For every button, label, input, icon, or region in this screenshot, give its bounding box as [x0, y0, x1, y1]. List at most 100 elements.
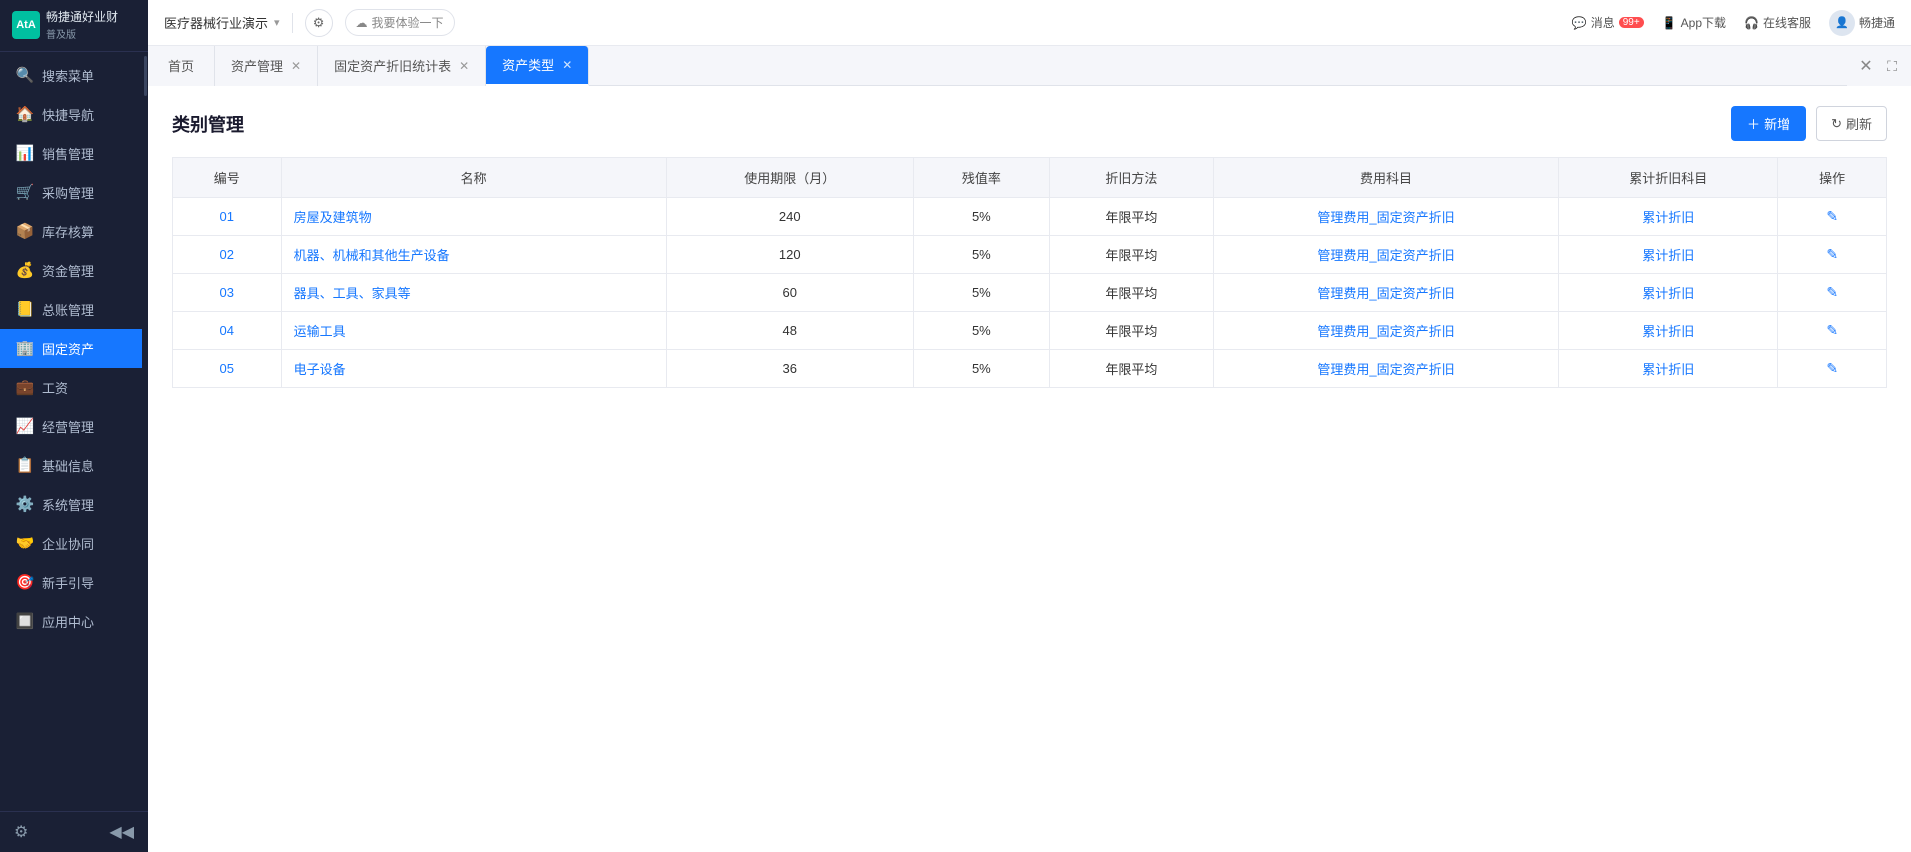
maximize-window-button[interactable]: ⛶	[1881, 55, 1903, 77]
project-selector[interactable]: 医疗器械行业演示 ▾	[164, 13, 280, 32]
cell-months: 120	[666, 236, 913, 274]
refresh-label: 刷新	[1846, 114, 1872, 133]
tab-home-label: 首页	[168, 56, 194, 75]
sidebar-item-enterprise[interactable]: 🤝 企业协同	[0, 524, 142, 563]
close-window-button[interactable]: ✕	[1855, 55, 1877, 77]
sidebar-item-inventory[interactable]: 📦 库存核算	[0, 212, 142, 251]
cell-code: 05	[173, 350, 282, 388]
settings-icon[interactable]: ⚙	[14, 822, 28, 842]
cell-name[interactable]: 器具、工具、家具等	[281, 274, 666, 312]
edit-button[interactable]: ✎	[1826, 284, 1838, 300]
cloud-icon: ☁	[356, 16, 368, 30]
trial-label: 我要体验一下	[372, 14, 444, 31]
cell-name[interactable]: 机器、机械和其他生产设备	[281, 236, 666, 274]
app-download-button[interactable]: 📱 App下载	[1662, 14, 1726, 31]
sidebar-item-fixed[interactable]: 🏢 固定资产	[0, 329, 142, 368]
cell-actions: ✎	[1778, 350, 1887, 388]
cell-method: 年限平均	[1049, 350, 1213, 388]
table-row: 01 房屋及建筑物 240 5% 年限平均 管理费用_固定资产折旧 累计折旧 ✎	[173, 198, 1887, 236]
sales-icon: 📊	[16, 144, 34, 162]
gear-icon: ⚙	[313, 15, 325, 31]
cell-code: 02	[173, 236, 282, 274]
app-name: 畅捷通好业财	[46, 10, 118, 26]
tab-assettype-label: 资产类型	[502, 55, 554, 74]
collapse-icon[interactable]: ◀◀	[109, 822, 134, 842]
tab-home[interactable]: 首页	[148, 46, 215, 86]
settings-button[interactable]: ⚙	[305, 9, 333, 37]
page-title: 类别管理	[172, 111, 244, 137]
sidebar-item-label: 工资	[42, 378, 68, 397]
cell-expense: 管理费用_固定资产折旧	[1213, 198, 1558, 236]
tabbar-wrapper: 首页 资产管理 ✕ 固定资产折旧统计表 ✕ 资产类型 ✕ ✕ ⛶	[148, 46, 1911, 86]
cell-expense: 管理费用_固定资产折旧	[1213, 274, 1558, 312]
page-header: 类别管理 ＋ 新增 ↻ 刷新	[172, 106, 1887, 141]
sidebar-item-salary[interactable]: 💼 工资	[0, 368, 142, 407]
salary-icon: 💼	[16, 378, 34, 396]
tab-assettype-close[interactable]: ✕	[562, 58, 572, 72]
table-row: 04 运输工具 48 5% 年限平均 管理费用_固定资产折旧 累计折旧 ✎	[173, 312, 1887, 350]
sidebar-item-search[interactable]: 🔍 搜索菜单	[0, 56, 142, 95]
sidebar-item-guide[interactable]: 🎯 新手引导	[0, 563, 142, 602]
sidebar-item-label: 固定资产	[42, 339, 94, 358]
cell-method: 年限平均	[1049, 312, 1213, 350]
sidebar-item-quicknav[interactable]: 🏠 快捷导航	[0, 95, 142, 134]
data-table: 编号 名称 使用期限（月） 残值率 折旧方法 费用科目 累计折旧科目 操作 01…	[172, 157, 1887, 388]
cell-name[interactable]: 房屋及建筑物	[281, 198, 666, 236]
message-label: 消息	[1591, 14, 1615, 31]
window-controls: ✕ ⛶	[1847, 46, 1911, 86]
sidebar-item-capital[interactable]: 💰 资金管理	[0, 251, 142, 290]
sidebar-item-label: 搜索菜单	[42, 66, 94, 85]
edit-button[interactable]: ✎	[1826, 322, 1838, 338]
user-profile[interactable]: 👤 畅捷通	[1829, 10, 1895, 36]
sidebar-item-label: 快捷导航	[42, 105, 94, 124]
plus-icon: ＋	[1747, 114, 1760, 133]
tab-depreciation-close[interactable]: ✕	[459, 59, 469, 73]
new-button[interactable]: ＋ 新增	[1731, 106, 1806, 141]
guide-icon: 🎯	[16, 573, 34, 591]
trial-button[interactable]: ☁ 我要体验一下	[345, 9, 455, 36]
sidebar-item-label: 应用中心	[42, 612, 94, 631]
cell-name[interactable]: 运输工具	[281, 312, 666, 350]
customer-service-button[interactable]: 🎧 在线客服	[1744, 14, 1811, 31]
sidebar-item-operation[interactable]: 📈 经营管理	[0, 407, 142, 446]
sidebar-item-label: 经营管理	[42, 417, 94, 436]
sidebar-item-basic[interactable]: 📋 基础信息	[0, 446, 142, 485]
edit-button[interactable]: ✎	[1826, 360, 1838, 376]
refresh-button[interactable]: ↻ 刷新	[1816, 106, 1887, 141]
sidebar: AtA 畅捷通好业财 普及版 🔍 搜索菜单 🏠 快捷导航 📊 销售管理 🛒 采购…	[0, 0, 148, 852]
table-row: 02 机器、机械和其他生产设备 120 5% 年限平均 管理费用_固定资产折旧 …	[173, 236, 1887, 274]
col-months: 使用期限（月）	[666, 158, 913, 198]
edit-button[interactable]: ✎	[1826, 208, 1838, 224]
scroll-thumb	[144, 56, 147, 96]
chevron-down-icon: ▾	[274, 16, 280, 29]
avatar: 👤	[1829, 10, 1855, 36]
service-label: 在线客服	[1763, 14, 1811, 31]
cell-accumulated: 累计折旧	[1559, 198, 1778, 236]
message-icon: 💬	[1572, 16, 1587, 30]
enterprise-icon: 🤝	[16, 534, 34, 552]
tab-assets[interactable]: 资产管理 ✕	[215, 46, 318, 86]
sidebar-item-appcenter[interactable]: 🔲 应用中心	[0, 602, 142, 641]
cell-name[interactable]: 电子设备	[281, 350, 666, 388]
sidebar-item-ledger[interactable]: 📒 总账管理	[0, 290, 142, 329]
cell-method: 年限平均	[1049, 236, 1213, 274]
sidebar-item-label: 销售管理	[42, 144, 94, 163]
cell-expense: 管理费用_固定资产折旧	[1213, 350, 1558, 388]
cell-accumulated: 累计折旧	[1559, 350, 1778, 388]
sidebar-item-purchase[interactable]: 🛒 采购管理	[0, 173, 142, 212]
table-header-row: 编号 名称 使用期限（月） 残值率 折旧方法 费用科目 累计折旧科目 操作	[173, 158, 1887, 198]
tab-assettype[interactable]: 资产类型 ✕	[486, 46, 589, 86]
sidebar-item-system[interactable]: ⚙️ 系统管理	[0, 485, 142, 524]
tab-depreciation[interactable]: 固定资产折旧统计表 ✕	[318, 46, 486, 86]
message-button[interactable]: 💬 消息 99+	[1572, 14, 1644, 31]
cell-actions: ✎	[1778, 312, 1887, 350]
col-residual: 残值率	[913, 158, 1049, 198]
col-expense: 费用科目	[1213, 158, 1558, 198]
topbar: 医疗器械行业演示 ▾ ⚙ ☁ 我要体验一下 💬 消息 99+ 📱 App下载 🎧…	[148, 0, 1911, 46]
tab-assets-close[interactable]: ✕	[291, 59, 301, 73]
sidebar-item-sales[interactable]: 📊 销售管理	[0, 134, 142, 173]
user-name: 畅捷通	[1859, 14, 1895, 31]
cell-expense: 管理费用_固定资产折旧	[1213, 236, 1558, 274]
edit-button[interactable]: ✎	[1826, 246, 1838, 262]
cell-actions: ✎	[1778, 236, 1887, 274]
